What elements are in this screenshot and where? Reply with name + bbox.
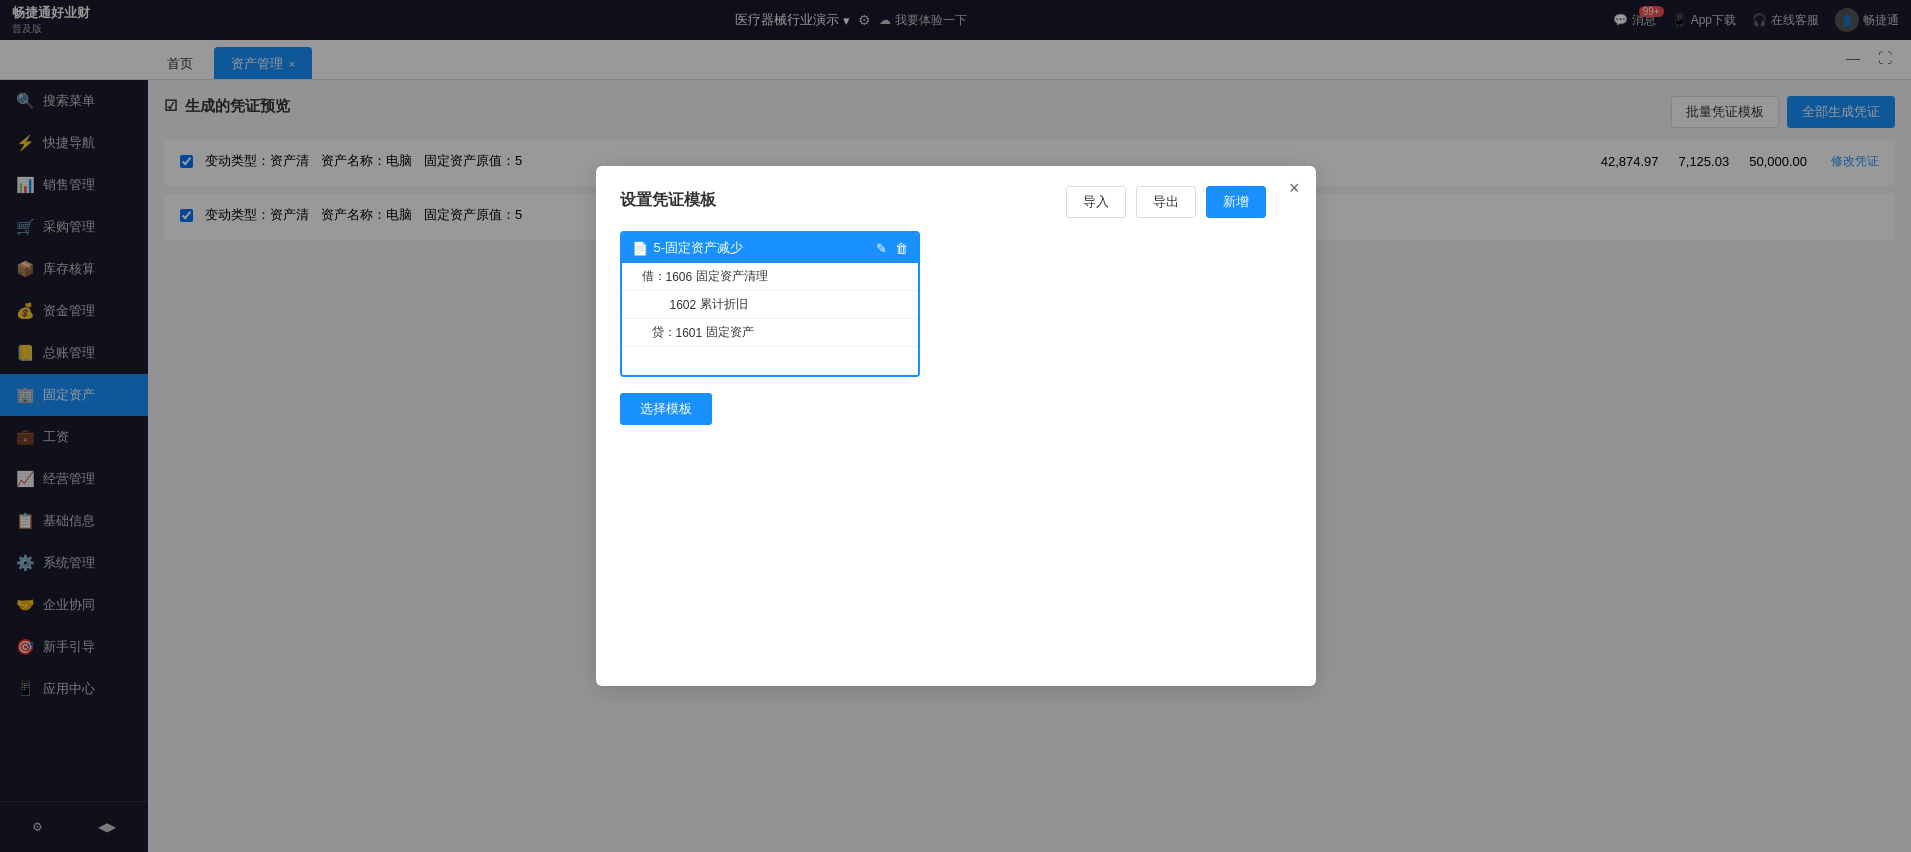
- entry-2-code: 1602: [670, 298, 697, 312]
- entry-3-credit-label: 贷：: [652, 324, 676, 341]
- template-doc-icon: 📄: [632, 241, 648, 256]
- entry-1-code: 1606: [666, 270, 693, 284]
- dialog-close-button[interactable]: ×: [1289, 178, 1300, 199]
- entry-3-code: 1601: [676, 326, 703, 340]
- entry-1-debit-label: 借：: [642, 268, 666, 285]
- template-delete-icon[interactable]: 🗑: [895, 241, 908, 256]
- export-button[interactable]: 导出: [1136, 186, 1196, 218]
- template-card-header: 📄 5-固定资产减少 ✎ 🗑: [622, 233, 918, 263]
- template-actions: ✎ 🗑: [876, 241, 908, 256]
- template-edit-icon[interactable]: ✎: [876, 241, 887, 256]
- template-entry-3: 贷： 1601 固定资产: [622, 319, 918, 347]
- new-button[interactable]: 新增: [1206, 186, 1266, 218]
- dialog-toolbar: 导入 导出 新增: [1066, 186, 1266, 218]
- entry-2-name: 累计折旧: [700, 296, 748, 313]
- template-entry-1: 借： 1606 固定资产清理: [622, 263, 918, 291]
- template-name: 5-固定资产减少: [654, 239, 744, 257]
- template-card: 📄 5-固定资产减少 ✎ 🗑 借： 1606 固定资产清理 1602: [620, 231, 920, 377]
- entry-3-name: 固定资产: [706, 324, 754, 341]
- template-body: 借： 1606 固定资产清理 1602 累计折旧 贷： 1601 固定资产: [622, 263, 918, 375]
- template-empty-row: [622, 347, 918, 375]
- dialog-overlay: × 设置凭证模板 导入 导出 新增 📄 5-固定资产减少 ✎ 🗑: [0, 0, 1911, 852]
- select-template-button[interactable]: 选择模板: [620, 393, 712, 425]
- entry-1-name: 固定资产清理: [696, 268, 768, 285]
- template-entry-2: 1602 累计折旧: [622, 291, 918, 319]
- import-button[interactable]: 导入: [1066, 186, 1126, 218]
- dialog-set-template: × 设置凭证模板 导入 导出 新增 📄 5-固定资产减少 ✎ 🗑: [596, 166, 1316, 686]
